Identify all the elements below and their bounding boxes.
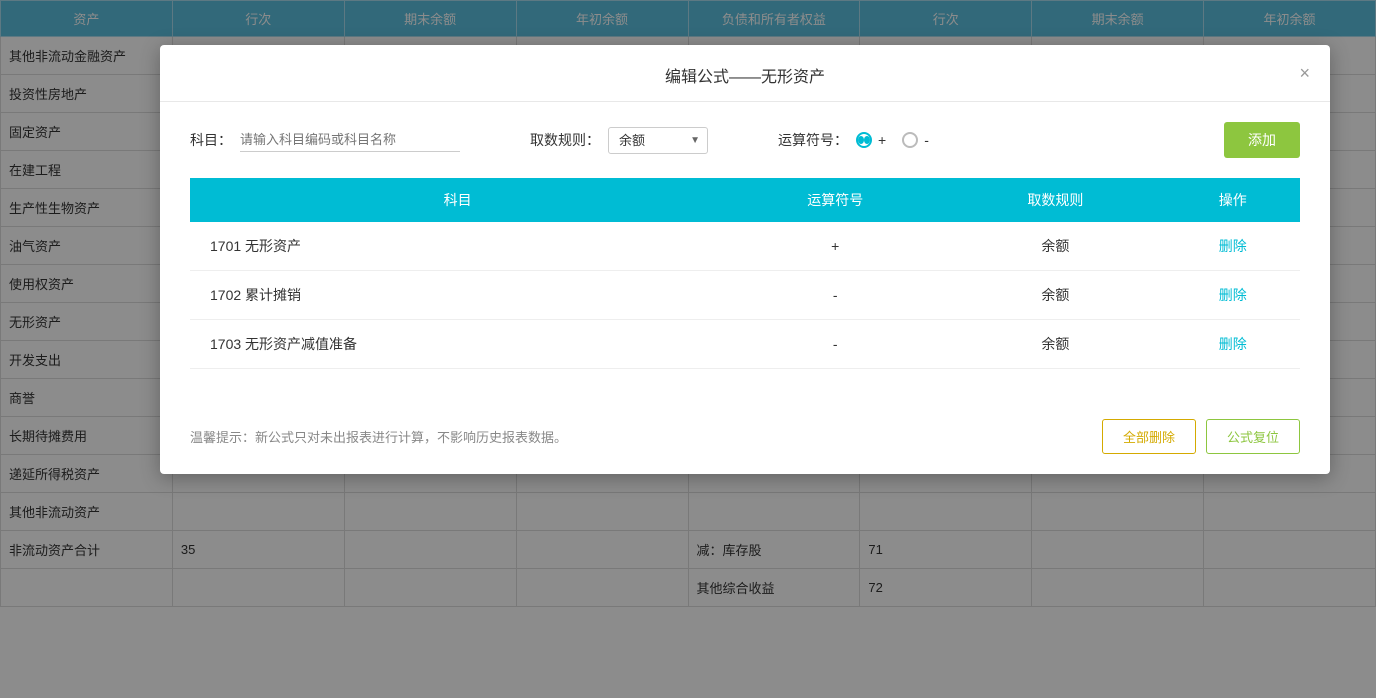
- formula-row: 1703 无形资产减值准备-余额 删除: [190, 320, 1300, 369]
- footer-buttons: 全部删除 公式复位: [1102, 419, 1300, 454]
- th-action: 操作: [1165, 178, 1300, 222]
- footer-tip: 温馨提示：新公式只对未出报表进行计算，不影响历史报表数据。: [190, 427, 567, 446]
- formula-action: 删除: [1165, 320, 1300, 369]
- formula-row: 1702 累计摊销-余额 删除: [190, 271, 1300, 320]
- modal-body: 科目： 取数规则： 余额 借方 贷方 借方累计 贷方累计 ▼ 运算符号: [160, 102, 1330, 409]
- subject-label: 科目：: [190, 130, 232, 150]
- th-rule: 取数规则: [945, 178, 1165, 222]
- radio-minus-icon: [902, 132, 918, 148]
- delete-row-button[interactable]: 删除: [1219, 334, 1247, 354]
- delete-all-button[interactable]: 全部删除: [1102, 419, 1196, 454]
- formula-subject: 1702 累计摊销: [190, 271, 725, 320]
- th-subject: 科目: [190, 178, 725, 222]
- formula-rule: 余额: [945, 222, 1165, 271]
- formula-table: 科目 运算符号 取数规则 操作 1701 无形资产+余额删除1702 累计摊销-…: [190, 178, 1300, 369]
- operator-plus-radio[interactable]: +: [856, 132, 886, 148]
- formula-row: 1701 无形资产+余额 删除: [190, 222, 1300, 271]
- radio-plus-icon: [856, 132, 872, 148]
- formula-subject: 1703 无形资产减值准备: [190, 320, 725, 369]
- formula-table-header: 科目 运算符号 取数规则 操作: [190, 178, 1300, 222]
- add-button[interactable]: 添加: [1224, 122, 1300, 158]
- operator-radio-group: + -: [856, 132, 929, 148]
- operator-group: 运算符号： + -: [778, 130, 959, 150]
- subject-input[interactable]: [240, 128, 460, 152]
- delete-row-button[interactable]: 删除: [1219, 285, 1247, 305]
- modal-header: 编辑公式——无形资产 ×: [160, 45, 1330, 102]
- operator-label: 运算符号：: [778, 130, 848, 150]
- fetch-rule-group: 取数规则： 余额 借方 贷方 借方累计 贷方累计 ▼: [530, 127, 708, 154]
- modal-close-button[interactable]: ×: [1299, 64, 1310, 82]
- modal-footer: 温馨提示：新公式只对未出报表进行计算，不影响历史报表数据。 全部删除 公式复位: [160, 409, 1330, 474]
- subject-group: 科目：: [190, 128, 460, 152]
- modal-title: 编辑公式——无形资产: [665, 63, 825, 87]
- reset-formula-button[interactable]: 公式复位: [1206, 419, 1300, 454]
- formula-table-body: 1701 无形资产+余额删除1702 累计摊销-余额删除1703 无形资产减值准…: [190, 222, 1300, 369]
- operator-minus-label: -: [924, 132, 929, 148]
- fetch-rule-label: 取数规则：: [530, 130, 600, 150]
- formula-operator: -: [725, 271, 945, 320]
- formula-rule: 余额: [945, 271, 1165, 320]
- formula-operator: -: [725, 320, 945, 369]
- fetch-rule-select[interactable]: 余额 借方 贷方 借方累计 贷方累计: [608, 127, 708, 154]
- th-operator: 运算符号: [725, 178, 945, 222]
- operator-minus-radio[interactable]: -: [902, 132, 929, 148]
- fetch-rule-select-wrapper: 余额 借方 贷方 借方累计 贷方累计 ▼: [608, 127, 708, 154]
- formula-operator: +: [725, 222, 945, 271]
- operator-plus-label: +: [878, 132, 886, 148]
- formula-action: 删除: [1165, 222, 1300, 271]
- modal-dialog: 编辑公式——无形资产 × 科目： 取数规则： 余额 借方 贷方 借方累计 贷方累…: [160, 45, 1330, 474]
- formula-subject: 1701 无形资产: [190, 222, 725, 271]
- delete-row-button[interactable]: 删除: [1219, 236, 1247, 256]
- formula-action: 删除: [1165, 271, 1300, 320]
- formula-rule: 余额: [945, 320, 1165, 369]
- form-row: 科目： 取数规则： 余额 借方 贷方 借方累计 贷方累计 ▼ 运算符号: [190, 122, 1300, 158]
